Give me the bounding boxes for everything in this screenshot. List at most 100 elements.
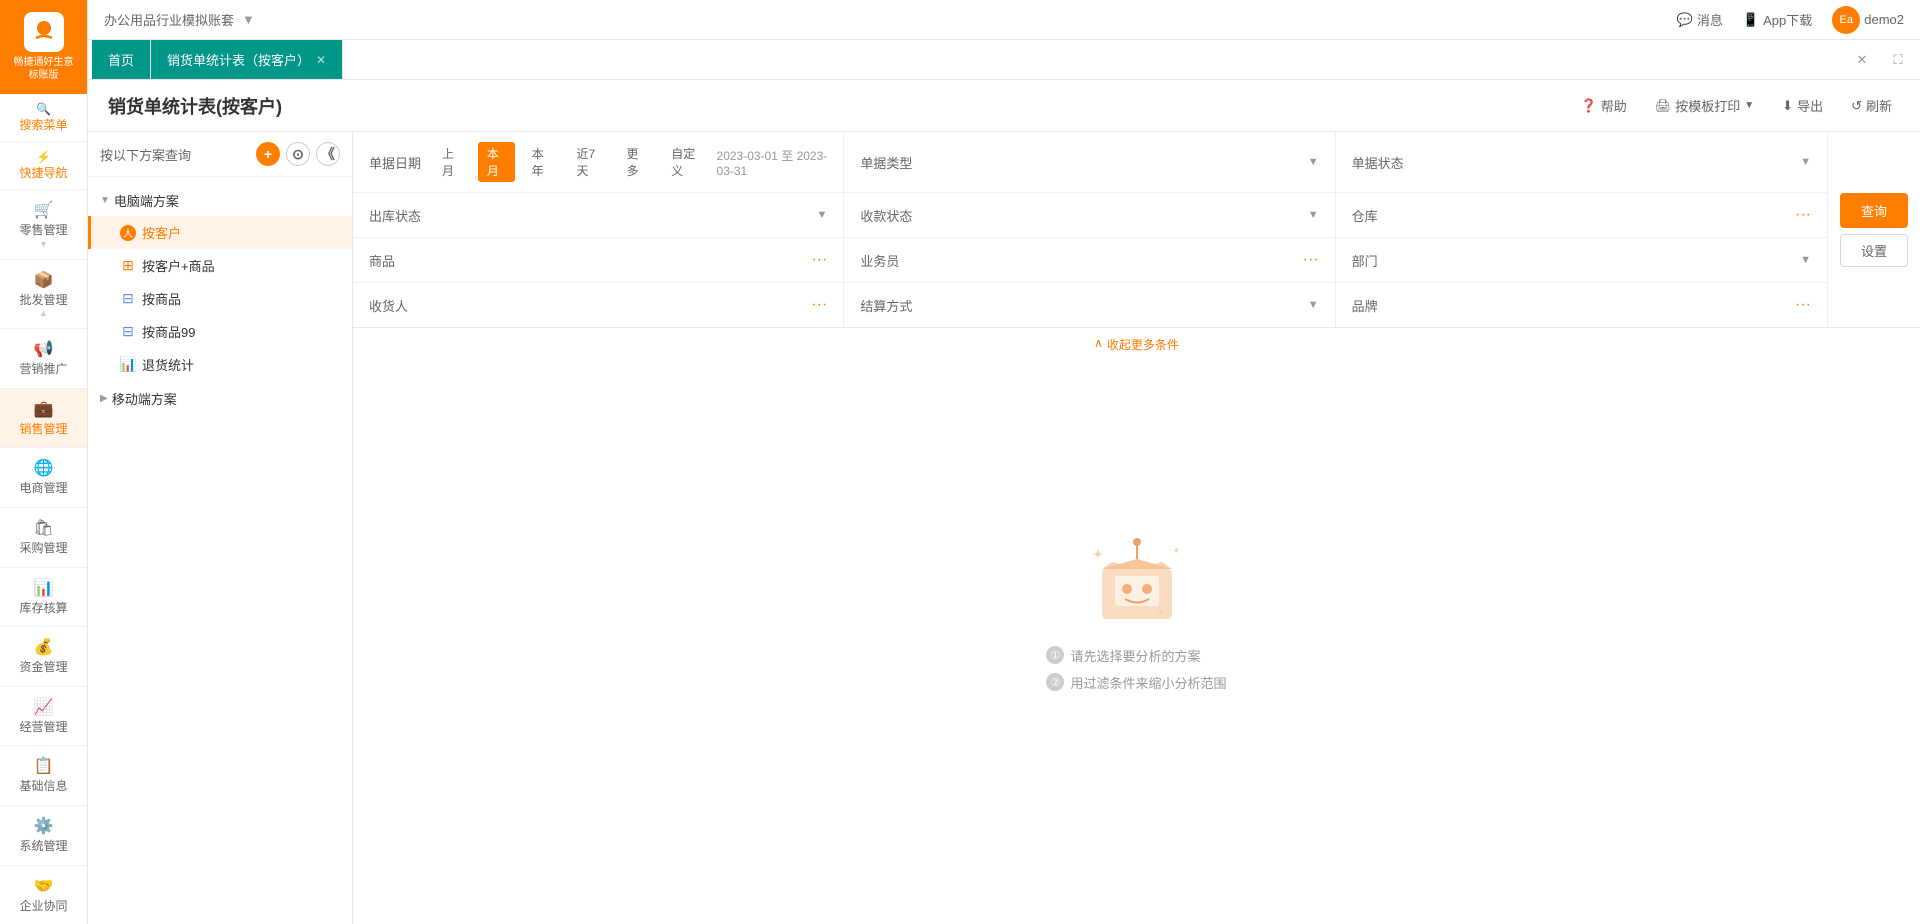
message-icon: 💬: [1677, 12, 1693, 28]
dept-select[interactable]: ▼: [1416, 254, 1811, 266]
out-status-select[interactable]: ▼: [433, 209, 827, 221]
tree-item-by-product-label: 按商品: [142, 289, 181, 308]
date-btn-this-month[interactable]: 本月: [478, 142, 515, 182]
username-label: demo2: [1864, 12, 1904, 27]
hint-text-1: 请先选择要分析的方案: [1070, 646, 1200, 665]
salesperson-select[interactable]: ···: [924, 251, 1318, 269]
date-btn-last-month[interactable]: 上月: [433, 142, 470, 182]
date-filter-row: 上月 本月 本年 近7天 更多 自定义 2023-03-01 至 2023-03…: [433, 142, 827, 182]
collapse-bar[interactable]: ∧ 收起更多条件: [353, 328, 1920, 361]
marketing-icon: 📢: [34, 339, 54, 359]
product-select[interactable]: ···: [433, 251, 827, 269]
status-select[interactable]: ▼: [1416, 156, 1811, 168]
date-btn-this-year[interactable]: 本年: [523, 142, 560, 182]
scheme-collapse-btn[interactable]: 《: [316, 142, 340, 166]
hint-text-2: 用过滤条件来缩小分析范围: [1070, 673, 1226, 692]
sidebar-item-operations[interactable]: 📈 经营管理: [0, 687, 87, 747]
brand-select[interactable]: ···: [1416, 296, 1811, 314]
settings-btn[interactable]: 设置: [1840, 234, 1908, 267]
receiver-select[interactable]: ···: [433, 296, 827, 314]
sidebar-item-sales[interactable]: 💼 销售管理: [0, 389, 87, 449]
sidebar-item-purchase[interactable]: 🛍 采购管理: [0, 508, 87, 568]
scheme-add-btn[interactable]: +: [256, 142, 280, 166]
print-btn[interactable]: 🖨 按模板打印 ▼: [1647, 92, 1762, 119]
dept-arrow: ▼: [1800, 254, 1811, 266]
sidebar-item-inventory[interactable]: 📊 库存核算: [0, 568, 87, 628]
tab-minimize-btn[interactable]: ✕: [1848, 46, 1876, 74]
retail-arrow: ▼: [39, 239, 48, 249]
scheme-tree: ▼ 电脑端方案 人 按客户 ⊞ 按客户+商品 ⊟: [88, 177, 352, 924]
filter-cell-brand: 品牌 ···: [1336, 283, 1827, 327]
tab-home[interactable]: 首页: [92, 40, 151, 79]
receiver-dots[interactable]: ···: [811, 296, 827, 314]
type-select[interactable]: ▼: [924, 156, 1318, 168]
type-select-arrow: ▼: [1308, 156, 1319, 168]
app-download-label: App下载: [1763, 10, 1812, 29]
sidebar-item-search[interactable]: 🔍 搜索菜单: [0, 94, 87, 142]
sidebar-basic-label: 基础信息: [19, 779, 67, 795]
sidebar-item-enterprise[interactable]: 🤝 企业协同: [0, 866, 87, 924]
sidebar-ecommerce-label: 电商管理: [19, 481, 67, 497]
tree-group-desktop-label: 电脑端方案: [114, 191, 179, 210]
sidebar-item-wholesale[interactable]: 📦 批发管理 ▲: [0, 260, 87, 330]
sidebar-item-system[interactable]: ⚙️ 系统管理: [0, 806, 87, 866]
tree-item-return-stat[interactable]: 📊 退货统计: [88, 348, 352, 381]
sidebar-item-quick-nav[interactable]: ⚡ 快捷导航: [0, 142, 87, 190]
product-dots[interactable]: ···: [811, 251, 827, 269]
payment-arrow: ▼: [1308, 299, 1319, 311]
tab-maximize-btn[interactable]: ⛶: [1884, 46, 1912, 74]
tab-sales-stat[interactable]: 销货单统计表（按客户） ✕: [151, 40, 343, 79]
return-stat-icon: 📊: [120, 357, 136, 373]
warehouse-dots[interactable]: ···: [1795, 206, 1811, 224]
warehouse-select[interactable]: ···: [1416, 206, 1811, 224]
print-icon: 🖨: [1655, 98, 1672, 114]
sidebar-item-basic[interactable]: 📋 基础信息: [0, 746, 87, 806]
export-label: 导出: [1797, 96, 1823, 115]
payment-select[interactable]: ▼: [924, 299, 1318, 311]
date-btn-more[interactable]: 更多: [617, 142, 654, 182]
date-range: 2023-03-01 至 2023-03-31: [717, 147, 828, 178]
brand-dots[interactable]: ···: [1795, 296, 1811, 314]
basic-icon: 📋: [34, 756, 54, 776]
sidebar-item-finance[interactable]: 💰 资金管理: [0, 627, 87, 687]
header-right: 💬 消息 📱 App下载 Ea demo2: [1677, 6, 1904, 34]
sidebar-logo[interactable]: 畅捷通好生意 标账版: [0, 0, 87, 94]
sidebar-item-marketing[interactable]: 📢 营销推广: [0, 329, 87, 389]
tree-item-by-product-99[interactable]: ⊟ 按商品99: [88, 315, 352, 348]
export-btn[interactable]: ⬇ 导出: [1774, 92, 1831, 119]
tree-item-by-product[interactable]: ⊟ 按商品: [88, 282, 352, 315]
refresh-label: 刷新: [1866, 96, 1892, 115]
query-btn[interactable]: 查询: [1840, 193, 1908, 228]
refresh-btn[interactable]: ↺ 刷新: [1843, 92, 1900, 119]
user-profile[interactable]: Ea demo2: [1832, 6, 1904, 34]
message-btn[interactable]: 💬 消息: [1677, 10, 1723, 29]
tree-group-mobile-header[interactable]: ▶ 移动端方案: [88, 383, 352, 414]
sidebar-item-ecommerce[interactable]: 🌐 电商管理: [0, 448, 87, 508]
quick-nav-icon: ⚡: [36, 150, 51, 164]
scheme-edit-btn[interactable]: ⊙: [286, 142, 310, 166]
page-header: 销货单统计表(按客户) ❓ 帮助 🖨 按模板打印 ▼ ⬇ 导出 ↺ 刷新: [88, 80, 1920, 132]
sidebar-item-retail[interactable]: 🛒 零售管理 ▼: [0, 190, 87, 260]
pay-status-select[interactable]: ▼: [924, 209, 1318, 221]
out-status-arrow: ▼: [816, 209, 827, 221]
sidebar-enterprise-label: 企业协同: [19, 899, 67, 915]
tab-close-btn[interactable]: ✕: [316, 53, 326, 67]
home-tab-label: 首页: [108, 50, 134, 69]
tree-group-desktop-header[interactable]: ▼ 电脑端方案: [88, 185, 352, 216]
app-download-btn[interactable]: 📱 App下载: [1743, 10, 1812, 29]
breadcrumb-dropdown[interactable]: ▼: [242, 12, 255, 27]
message-label: 消息: [1697, 10, 1723, 29]
tree-item-by-customer-product[interactable]: ⊞ 按客户+商品: [88, 249, 352, 282]
filter-cell-out-status: 出库状态 ▼: [353, 193, 844, 237]
tree-item-by-customer[interactable]: 人 按客户: [88, 216, 352, 249]
filter-row-4: 收货人 ··· 结算方式 ▼: [353, 283, 1827, 327]
logo-icon: [24, 12, 64, 52]
minimize-icon: ✕: [1857, 52, 1868, 68]
help-btn[interactable]: ❓ 帮助: [1573, 92, 1635, 119]
tree-item-by-product-99-label: 按商品99: [142, 322, 195, 341]
salesperson-dots[interactable]: ···: [1303, 251, 1319, 269]
hint-num-1: ①: [1046, 646, 1064, 664]
date-btn-7days[interactable]: 近7天: [567, 142, 609, 182]
system-icon: ⚙️: [34, 816, 54, 836]
date-btn-custom[interactable]: 自定义: [662, 142, 708, 182]
